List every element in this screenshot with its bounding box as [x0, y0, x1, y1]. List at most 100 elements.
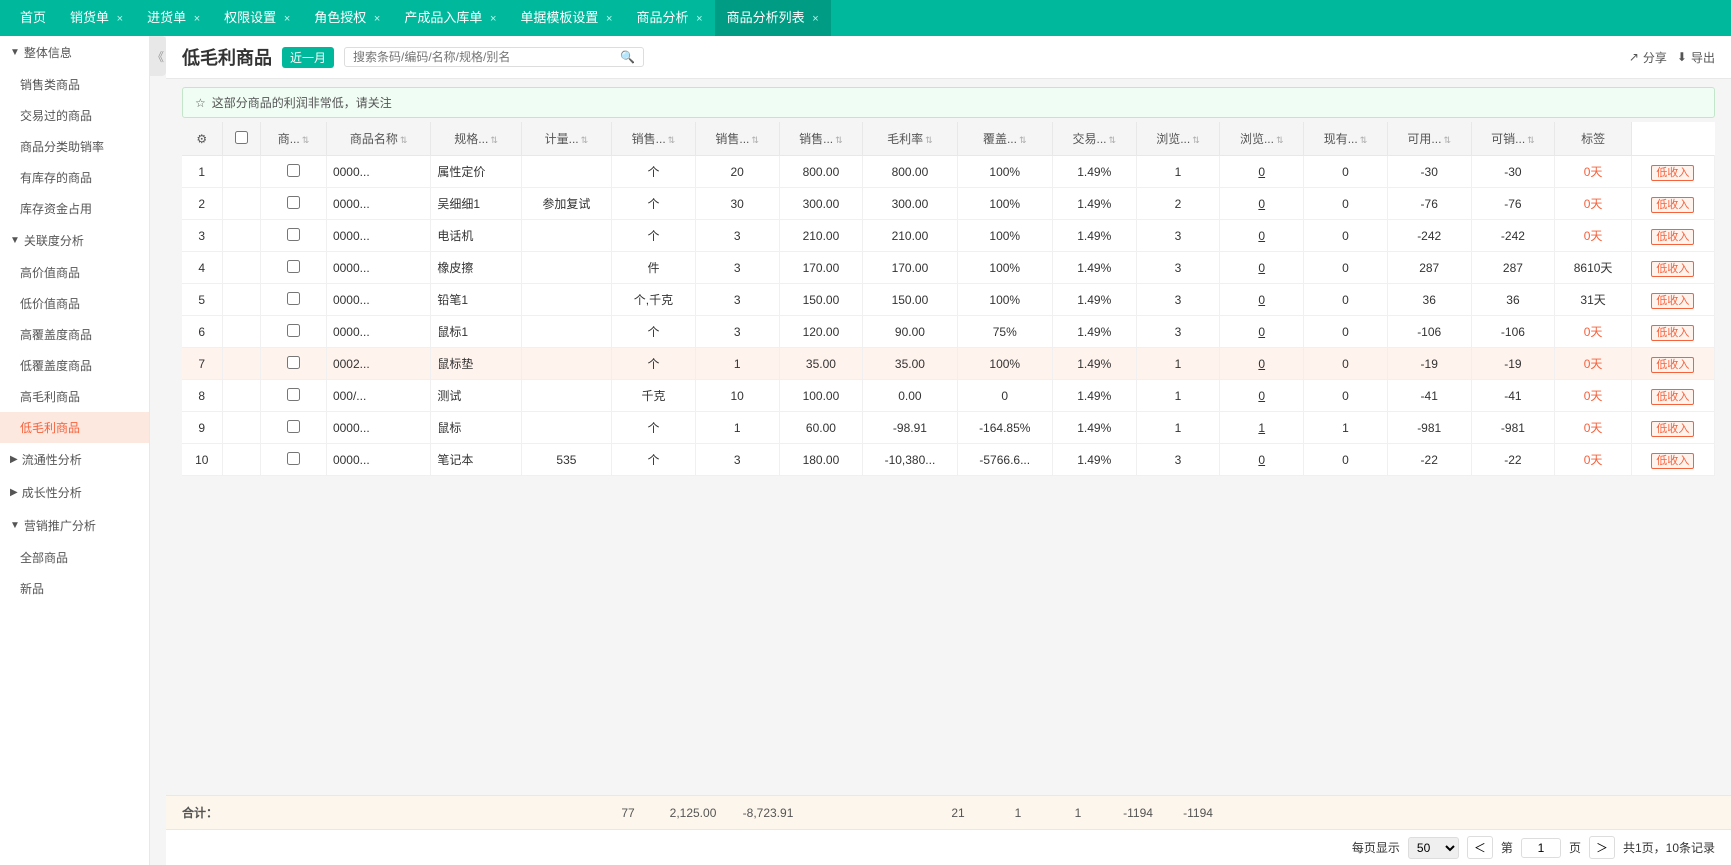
row-tag-1: 低收入: [1631, 188, 1714, 220]
sidebar-group-overall[interactable]: ▼ 整体信息: [0, 36, 149, 69]
sidebar-item-traded-products[interactable]: 交易过的商品: [0, 100, 149, 131]
row-browse2-0: 0: [1304, 156, 1388, 188]
sidebar-item-all-products[interactable]: 全部商品: [0, 542, 149, 573]
select-all-checkbox[interactable]: [235, 131, 248, 144]
row-checkbox-5[interactable]: [260, 316, 326, 348]
per-page-select[interactable]: 50 100 200: [1408, 837, 1459, 859]
row-check-9[interactable]: [287, 452, 300, 465]
row-check-1[interactable]: [287, 196, 300, 209]
row-checkbox-1[interactable]: [260, 188, 326, 220]
sidebar-item-low-value[interactable]: 低价值商品: [0, 288, 149, 319]
search-input[interactable]: [353, 50, 620, 64]
row-browse1-9[interactable]: 0: [1220, 444, 1304, 476]
row-checkbox-9[interactable]: [260, 444, 326, 476]
sidebar-item-new-products[interactable]: 新品: [0, 573, 149, 604]
nav-close-role[interactable]: ×: [374, 13, 380, 25]
nav-close-sales[interactable]: ×: [117, 13, 123, 25]
col-unit[interactable]: 计量...⇅: [521, 122, 611, 156]
row-browse1-7[interactable]: 0: [1220, 380, 1304, 412]
col-tag[interactable]: 标签: [1555, 122, 1632, 156]
row-check-4[interactable]: [287, 292, 300, 305]
row-checkbox-7[interactable]: [260, 380, 326, 412]
row-current-1: -76: [1387, 188, 1471, 220]
row-browse1-8[interactable]: 1: [1220, 412, 1304, 444]
col-available[interactable]: 可用...⇅: [1387, 122, 1471, 156]
sidebar-item-low-margin[interactable]: 低毛利商品: [0, 412, 149, 443]
nav-purchase-order[interactable]: 进货单 ×: [135, 0, 212, 36]
row-browse1-1[interactable]: 0: [1220, 188, 1304, 220]
col-spec[interactable]: 规格...⇅: [431, 122, 521, 156]
col-sales-price[interactable]: 销售...⇅: [695, 122, 779, 156]
sidebar-item-stocked-products[interactable]: 有库存的商品: [0, 162, 149, 193]
col-code[interactable]: 商...⇅: [260, 122, 326, 156]
row-checkbox-8[interactable]: [260, 412, 326, 444]
sidebar-item-high-margin[interactable]: 高毛利商品: [0, 381, 149, 412]
sidebar-item-inventory-capital[interactable]: 库存资金占用: [0, 193, 149, 224]
col-settings[interactable]: ⚙: [182, 122, 222, 156]
row-checkbox-0[interactable]: [260, 156, 326, 188]
col-gross-rate[interactable]: 毛利率⇅: [863, 122, 957, 156]
row-check-8[interactable]: [287, 420, 300, 433]
nav-close-analysis[interactable]: ×: [696, 13, 702, 25]
row-check-2[interactable]: [287, 228, 300, 241]
nav-role-auth[interactable]: 角色授权 ×: [302, 0, 392, 36]
sidebar-item-high-value[interactable]: 高价值商品: [0, 257, 149, 288]
nav-template-setting[interactable]: 单据模板设置 ×: [508, 0, 624, 36]
row-browse1-4[interactable]: 0: [1220, 284, 1304, 316]
sidebar-item-low-coverage[interactable]: 低覆盖度商品: [0, 350, 149, 381]
sidebar-collapse-btn[interactable]: 《: [150, 36, 166, 76]
nav-home[interactable]: 首页: [8, 0, 58, 36]
row-browse1-0[interactable]: 0: [1220, 156, 1304, 188]
nav-close-permission[interactable]: ×: [284, 13, 290, 25]
nav-product-analysis-list[interactable]: 商品分析列表 ×: [715, 0, 831, 36]
nav-close-purchase[interactable]: ×: [194, 13, 200, 25]
row-checkbox-6[interactable]: [260, 348, 326, 380]
row-checkbox-3[interactable]: [260, 252, 326, 284]
next-page-btn[interactable]: ＞: [1589, 836, 1615, 859]
col-coverage[interactable]: 覆盖...⇅: [957, 122, 1052, 156]
row-check-6[interactable]: [287, 356, 300, 369]
share-button[interactable]: ↗ 分享: [1629, 49, 1667, 66]
nav-close-analysis-list[interactable]: ×: [812, 13, 818, 25]
page-input[interactable]: [1521, 838, 1561, 858]
sidebar-item-sales-products[interactable]: 销售类商品: [0, 69, 149, 100]
nav-permission[interactable]: 权限设置 ×: [212, 0, 302, 36]
row-browse1-5[interactable]: 0: [1220, 316, 1304, 348]
row-browse1-2[interactable]: 0: [1220, 220, 1304, 252]
col-salable[interactable]: 可销...⇅: [1471, 122, 1555, 156]
col-browse1[interactable]: 浏览...⇅: [1136, 122, 1220, 156]
settings-icon: ⚙: [196, 132, 207, 146]
nav-product-warehousing[interactable]: 产成品入库单 ×: [392, 0, 508, 36]
sidebar-group-marketing[interactable]: ▼ 营销推广分析: [0, 509, 149, 542]
sidebar-group-circulation[interactable]: ▶ 流通性分析: [0, 443, 149, 476]
nav-sales-order[interactable]: 销货单 ×: [58, 0, 135, 36]
col-sales-qty[interactable]: 销售...⇅: [612, 122, 696, 156]
col-trade[interactable]: 交易...⇅: [1052, 122, 1136, 156]
sidebar-group-relevance[interactable]: ▼ 关联度分析: [0, 224, 149, 257]
col-checkbox[interactable]: [222, 122, 260, 156]
nav-close-product[interactable]: ×: [490, 13, 496, 25]
row-checkbox-4[interactable]: [260, 284, 326, 316]
row-checkbox-2[interactable]: [260, 220, 326, 252]
row-check-5[interactable]: [287, 324, 300, 337]
prev-page-btn[interactable]: ＜: [1467, 836, 1493, 859]
search-icon[interactable]: 🔍: [620, 50, 635, 64]
row-browse1-3[interactable]: 0: [1220, 252, 1304, 284]
col-current[interactable]: 现有...⇅: [1304, 122, 1388, 156]
export-button[interactable]: ⬇ 导出: [1677, 49, 1715, 66]
row-sales-price-8: 60.00: [779, 412, 863, 444]
nav-close-template[interactable]: ×: [606, 13, 612, 25]
sidebar-item-high-coverage[interactable]: 高覆盖度商品: [0, 319, 149, 350]
period-button[interactable]: 近一月: [282, 47, 334, 68]
nav-product-analysis[interactable]: 商品分析 ×: [624, 0, 714, 36]
sidebar-item-category-rate[interactable]: 商品分类助销率: [0, 131, 149, 162]
row-check-3[interactable]: [287, 260, 300, 273]
row-sales-amount-5: 90.00: [863, 316, 957, 348]
row-browse1-6[interactable]: 0: [1220, 348, 1304, 380]
col-browse2[interactable]: 浏览...⇅: [1220, 122, 1304, 156]
row-check-7[interactable]: [287, 388, 300, 401]
col-sales-amount[interactable]: 销售...⇅: [779, 122, 863, 156]
col-name[interactable]: 商品名称⇅: [326, 122, 430, 156]
row-check-0[interactable]: [287, 164, 300, 177]
sidebar-group-growth[interactable]: ▶ 成长性分析: [0, 476, 149, 509]
